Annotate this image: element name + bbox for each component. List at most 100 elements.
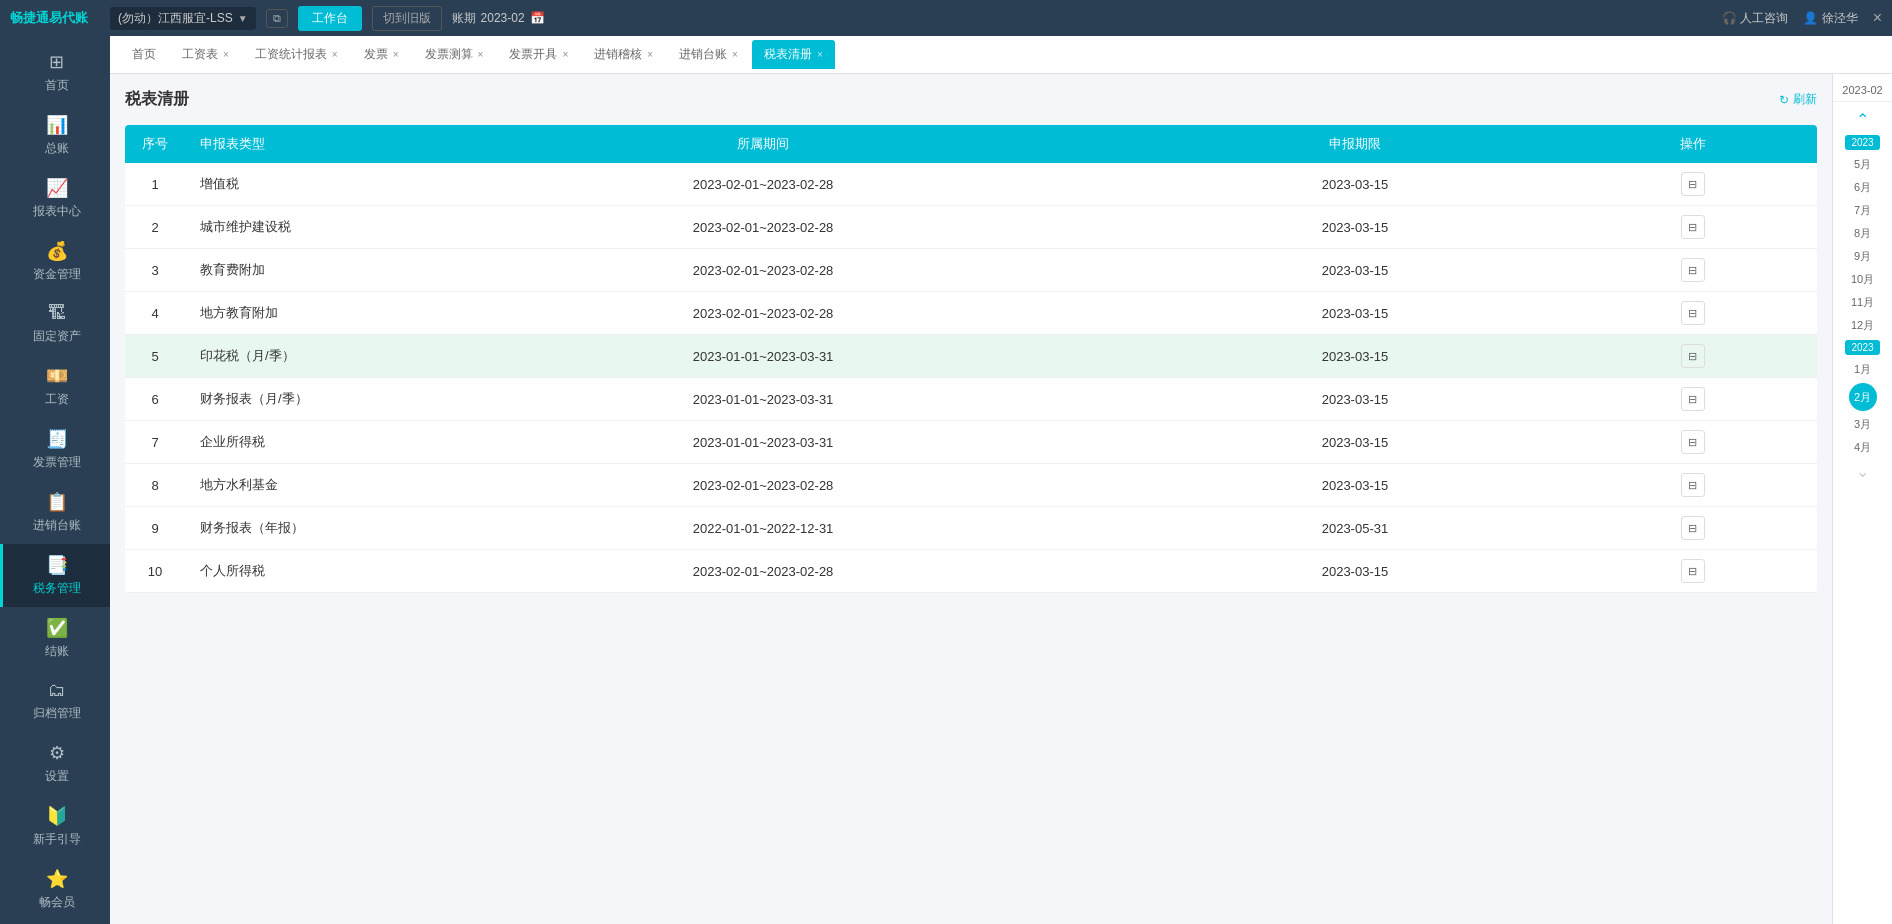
main-layout: ⊞ 首页 📊 总账 📈 报表中心 💰 资金管理 🏗 固定资产 💴 工资 🧾 发票…	[0, 36, 1892, 924]
action-icon[interactable]: ⊟	[1681, 387, 1705, 411]
sidebar-item-home[interactable]: ⊞ 首页	[0, 41, 110, 104]
timeline-month-8[interactable]: 8月	[1833, 222, 1892, 245]
tab-purchase-check[interactable]: 进销稽核 ×	[582, 40, 665, 69]
guide-icon: 🔰	[46, 805, 68, 827]
refresh-button[interactable]: ↻ 刷新	[1779, 91, 1817, 108]
timeline-month-1[interactable]: 1月	[1833, 358, 1892, 381]
tab-invoice[interactable]: 发票 ×	[352, 40, 411, 69]
sidebar-item-report[interactable]: 📈 报表中心	[0, 167, 110, 230]
sidebar-item-fund[interactable]: 💰 资金管理	[0, 230, 110, 293]
user-avatar[interactable]: 👤 徐泾华	[1803, 10, 1857, 27]
cell-type: 教育费附加	[185, 249, 385, 292]
timeline-month-3[interactable]: 3月	[1833, 413, 1892, 436]
cell-deadline: 2023-03-15	[1141, 335, 1569, 378]
sidebar-item-tax[interactable]: 📑 税务管理	[0, 544, 110, 607]
tax-icon: 📑	[46, 554, 68, 576]
company-selector[interactable]: (勿动）江西服宜-LSS ▼	[110, 7, 256, 30]
timeline-month-2-active[interactable]: 2月	[1849, 383, 1877, 411]
action-icon[interactable]: ⊟	[1681, 430, 1705, 454]
copy-button[interactable]: ⧉	[266, 9, 288, 28]
cell-action: ⊟	[1569, 378, 1817, 421]
sidebar-item-label: 设置	[45, 768, 69, 785]
cell-period: 2023-02-01~2023-02-28	[385, 464, 1141, 507]
timeline-month-10[interactable]: 10月	[1833, 268, 1892, 291]
cell-period: 2023-02-01~2023-02-28	[385, 163, 1141, 206]
action-icon[interactable]: ⊟	[1681, 172, 1705, 196]
cell-deadline: 2023-03-15	[1141, 550, 1569, 593]
ai-consult-button[interactable]: 🎧 人工咨询	[1722, 10, 1788, 27]
sidebar-item-archive[interactable]: 🗂 归档管理	[0, 670, 110, 732]
cell-action: ⊟	[1569, 249, 1817, 292]
tab-salary[interactable]: 工资表 ×	[170, 40, 241, 69]
sidebar-item-settle[interactable]: ✅ 结账	[0, 607, 110, 670]
page-title: 税表清册	[125, 89, 189, 110]
tab-tax-register[interactable]: 税表清册 ×	[752, 40, 835, 69]
tab-close-icon[interactable]: ×	[647, 49, 653, 60]
timeline-month-6[interactable]: 6月	[1833, 176, 1892, 199]
timeline-up-button[interactable]: ⌃	[1856, 107, 1869, 132]
cell-no: 2	[125, 206, 185, 249]
timeline-month-9[interactable]: 9月	[1833, 245, 1892, 268]
cell-period: 2023-02-01~2023-02-28	[385, 292, 1141, 335]
tab-close-icon[interactable]: ×	[562, 49, 568, 60]
timeline-month-4[interactable]: 4月	[1833, 436, 1892, 459]
cell-deadline: 2023-05-31	[1141, 507, 1569, 550]
tab-home[interactable]: 首页	[120, 40, 168, 69]
table-row: 2 城市维护建设税 2023-02-01~2023-02-28 2023-03-…	[125, 206, 1817, 249]
tab-close-icon[interactable]: ×	[332, 49, 338, 60]
action-icon[interactable]: ⊟	[1681, 215, 1705, 239]
table-row: 4 地方教育附加 2023-02-01~2023-02-28 2023-03-1…	[125, 292, 1817, 335]
close-button[interactable]: ×	[1873, 9, 1882, 27]
cell-type: 地方教育附加	[185, 292, 385, 335]
action-icon[interactable]: ⊟	[1681, 559, 1705, 583]
sidebar-item-guide[interactable]: 🔰 新手引导	[0, 795, 110, 858]
sidebar-item-fixed-assets[interactable]: 🏗 固定资产	[0, 293, 110, 355]
tab-close-icon[interactable]: ×	[732, 49, 738, 60]
cell-no: 3	[125, 249, 185, 292]
cell-period: 2023-01-01~2023-03-31	[385, 421, 1141, 464]
refresh-icon: ↻	[1779, 93, 1789, 107]
action-icon[interactable]: ⊟	[1681, 344, 1705, 368]
sidebar-item-label: 资金管理	[33, 266, 81, 283]
home-icon: ⊞	[49, 51, 64, 73]
action-icon[interactable]: ⊟	[1681, 301, 1705, 325]
sidebar-item-ledger[interactable]: 📊 总账	[0, 104, 110, 167]
sidebar-item-salary[interactable]: 💴 工资	[0, 355, 110, 418]
timeline-month-11[interactable]: 11月	[1833, 291, 1892, 314]
purchase-icon: 📋	[46, 491, 68, 513]
tab-invoice-open[interactable]: 发票开具 ×	[497, 40, 580, 69]
sidebar-item-vip[interactable]: ⭐ 畅会员	[0, 858, 110, 921]
action-icon[interactable]: ⊟	[1681, 473, 1705, 497]
action-icon[interactable]: ⊟	[1681, 516, 1705, 540]
tab-label: 进销台账	[679, 46, 727, 63]
tab-purchase-ledger[interactable]: 进销台账 ×	[667, 40, 750, 69]
calendar-icon[interactable]: 📅	[530, 11, 545, 25]
tab-salary-stats[interactable]: 工资统计报表 ×	[243, 40, 350, 69]
workbench-button[interactable]: 工作台	[298, 6, 362, 31]
timeline-down-button[interactable]: ⌄	[1856, 459, 1869, 484]
settle-icon: ✅	[46, 617, 68, 639]
sidebar-item-purchase[interactable]: 📋 进销台账	[0, 481, 110, 544]
timeline-year-2023-first[interactable]: 2023	[1845, 135, 1879, 150]
tab-close-icon[interactable]: ×	[223, 49, 229, 60]
sidebar-item-label: 进销台账	[33, 517, 81, 534]
cell-deadline: 2023-03-15	[1141, 292, 1569, 335]
cell-no: 4	[125, 292, 185, 335]
period-label: 账期	[452, 10, 476, 27]
timeline-month-12[interactable]: 12月	[1833, 314, 1892, 337]
timeline-month-7[interactable]: 7月	[1833, 199, 1892, 222]
action-icon[interactable]: ⊟	[1681, 258, 1705, 282]
timeline-year-2023-second[interactable]: 2023	[1845, 340, 1879, 355]
sidebar-item-label: 税务管理	[33, 580, 81, 597]
tab-close-icon[interactable]: ×	[478, 49, 484, 60]
refresh-label: 刷新	[1793, 91, 1817, 108]
sidebar-item-settings[interactable]: ⚙ 设置	[0, 732, 110, 795]
top-bar: 畅捷通易代账 (勿动）江西服宜-LSS ▼ ⧉ 工作台 切到旧版 账期 2023…	[0, 0, 1892, 36]
tab-invoice-calc[interactable]: 发票测算 ×	[413, 40, 496, 69]
sidebar-item-invoice-mgmt[interactable]: 🧾 发票管理	[0, 418, 110, 481]
fixed-assets-icon: 🏗	[48, 303, 66, 324]
tab-close-icon[interactable]: ×	[393, 49, 399, 60]
tab-close-icon[interactable]: ×	[817, 49, 823, 60]
timeline-month-5[interactable]: 5月	[1833, 153, 1892, 176]
old-version-button[interactable]: 切到旧版	[372, 6, 442, 31]
